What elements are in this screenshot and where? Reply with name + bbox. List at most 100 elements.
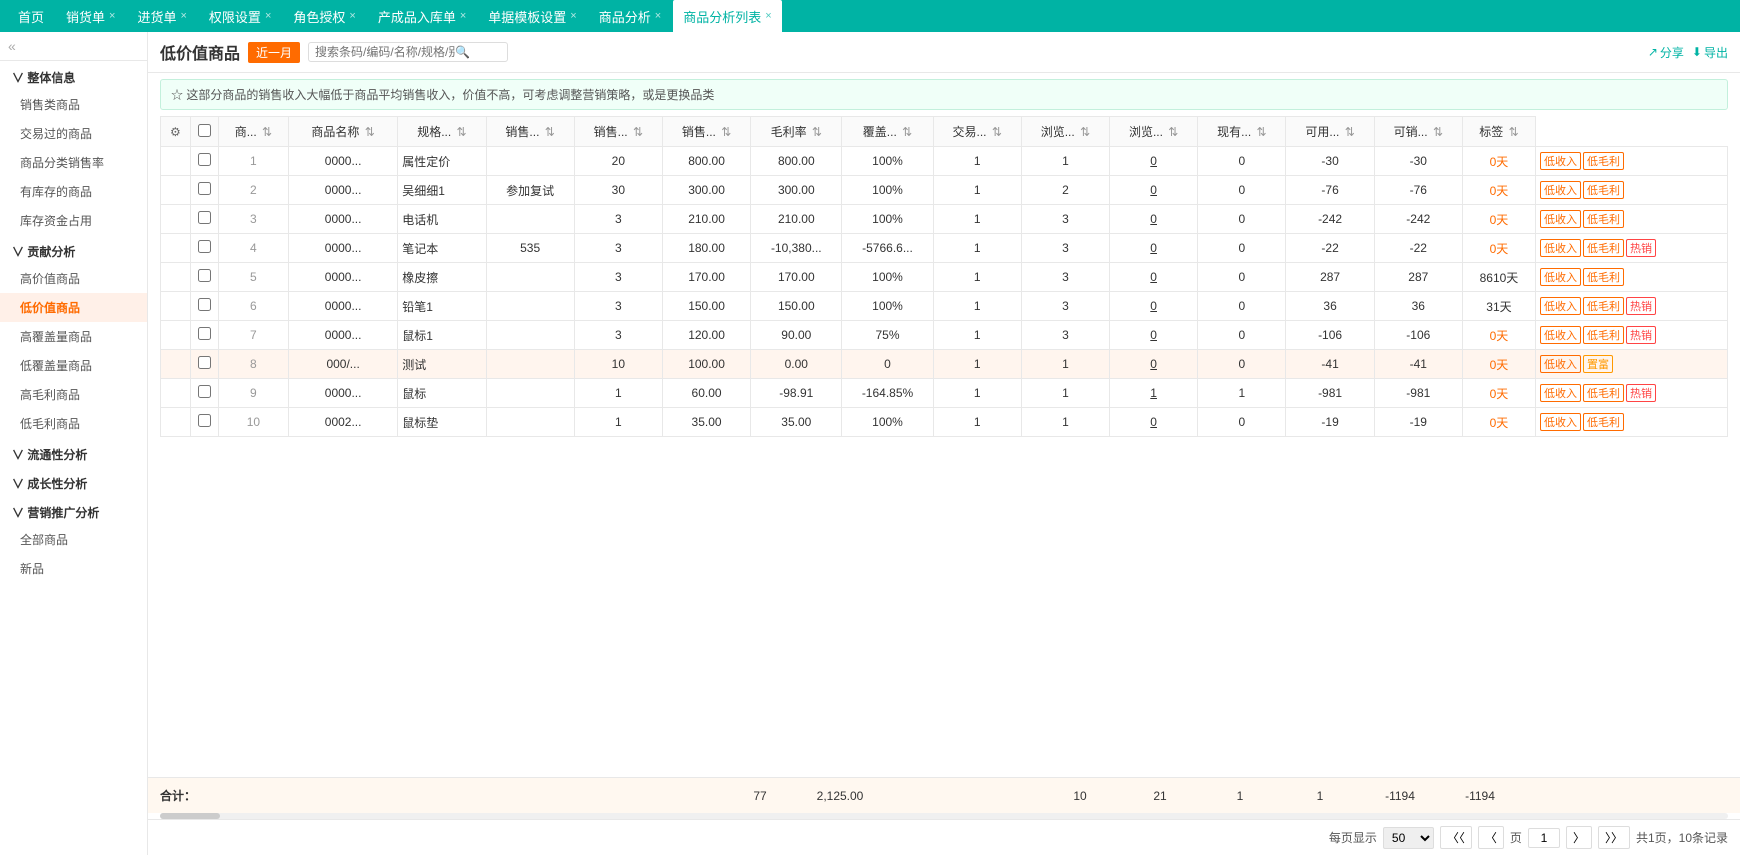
row-check[interactable]	[190, 205, 218, 234]
row-view1[interactable]: 0	[1110, 292, 1198, 321]
row-check[interactable]	[190, 408, 218, 437]
row-spec	[486, 147, 574, 176]
main-layout: « ∨ 整体信息 销售类商品 交易过的商品 商品分类销售率 有库存的商品 库存资…	[0, 32, 1740, 855]
nav-home[interactable]: 首页	[8, 0, 54, 32]
page-first-btn[interactable]: 〈〈	[1440, 826, 1472, 849]
row-no: 5	[218, 263, 288, 292]
nav-template[interactable]: 单据模板设置 ×	[478, 0, 586, 32]
row-settings	[161, 350, 191, 379]
th-trade[interactable]: 交易... ⇅	[933, 117, 1021, 147]
row-check[interactable]	[190, 350, 218, 379]
share-btn[interactable]: ↗ 分享	[1648, 44, 1684, 61]
row-check[interactable]	[190, 263, 218, 292]
info-bar: ☆ 这部分商品的销售收入大幅低于商品平均销售收入，价值不高，可考虑调整营销策略，…	[160, 79, 1728, 110]
th-spec[interactable]: 规格... ⇅	[398, 117, 486, 147]
sidebar-item-all-goods[interactable]: 全部商品	[0, 525, 147, 554]
row-view1[interactable]: 0	[1110, 350, 1198, 379]
row-coverage: 1	[933, 408, 1021, 437]
row-view1[interactable]: 0	[1110, 408, 1198, 437]
footer-trade: 21	[1120, 789, 1200, 803]
row-view1[interactable]: 1	[1110, 379, 1198, 408]
row-current: -242	[1286, 205, 1374, 234]
close-icon[interactable]: ×	[655, 10, 661, 22]
th-view2[interactable]: 浏览... ⇅	[1110, 117, 1198, 147]
filter-month-btn[interactable]: 近一月	[248, 42, 300, 63]
data-table: ⚙ 商... ⇅ 商品名称 ⇅ 规格... ⇅ 销售... ⇅ 销售... ⇅ …	[160, 116, 1728, 437]
th-sale-qty[interactable]: 销售... ⇅	[486, 117, 574, 147]
row-code: 0000...	[288, 234, 397, 263]
th-current[interactable]: 现有... ⇅	[1198, 117, 1286, 147]
search-icon[interactable]: 🔍	[455, 45, 470, 59]
sidebar-item-low-value[interactable]: 低价值商品	[0, 293, 147, 322]
search-input[interactable]	[315, 45, 455, 59]
sidebar-item-new-goods[interactable]: 新品	[0, 554, 147, 583]
th-sale-amt[interactable]: 销售... ⇅	[574, 117, 662, 147]
th-code[interactable]: 商... ⇅	[218, 117, 288, 147]
row-margin: 0	[842, 350, 933, 379]
close-icon[interactable]: ×	[765, 10, 771, 22]
th-margin[interactable]: 毛利率 ⇅	[751, 117, 842, 147]
nav-analysis-list[interactable]: 商品分析列表 ×	[673, 0, 781, 32]
row-view1[interactable]: 0	[1110, 234, 1198, 263]
page-input[interactable]	[1528, 828, 1560, 848]
sidebar-group-marketing: ∨ 营销推广分析	[0, 496, 147, 525]
nav-sales[interactable]: 销货单 ×	[56, 0, 125, 32]
export-btn[interactable]: ⬇ 导出	[1692, 44, 1728, 61]
th-sale-price[interactable]: 销售... ⇅	[662, 117, 750, 147]
row-check[interactable]	[190, 176, 218, 205]
row-view1[interactable]: 0	[1110, 205, 1198, 234]
close-icon[interactable]: ×	[460, 10, 466, 22]
page-next-btn[interactable]: 〉	[1566, 826, 1592, 849]
row-view1[interactable]: 0	[1110, 147, 1198, 176]
page-prev-btn[interactable]: 〈	[1478, 826, 1504, 849]
th-check[interactable]	[190, 117, 218, 147]
sidebar-item-stocked-goods[interactable]: 有库存的商品	[0, 177, 147, 206]
page-size-select[interactable]: 50 20 100	[1383, 827, 1434, 849]
th-settings[interactable]: ⚙	[161, 117, 191, 147]
th-available[interactable]: 可用... ⇅	[1286, 117, 1374, 147]
sidebar-item-low-coverage[interactable]: 低覆盖量商品	[0, 351, 147, 380]
nav-product-in[interactable]: 产成品入库单 ×	[368, 0, 476, 32]
th-name[interactable]: 商品名称 ⇅	[288, 117, 397, 147]
row-check[interactable]	[190, 321, 218, 350]
row-view1[interactable]: 0	[1110, 176, 1198, 205]
check-all[interactable]	[198, 124, 211, 137]
sidebar-item-high-margin[interactable]: 高毛利商品	[0, 380, 147, 409]
row-check[interactable]	[190, 292, 218, 321]
footer-view1: 1	[1200, 789, 1280, 803]
row-check[interactable]	[190, 147, 218, 176]
page-last-btn[interactable]: 〉〉	[1598, 826, 1630, 849]
close-icon[interactable]: ×	[265, 10, 271, 22]
sidebar-item-low-margin[interactable]: 低毛利商品	[0, 409, 147, 438]
footer-totals: 合计： 77 2,125.00 10 21 1 1 -1194 -1194	[148, 777, 1740, 813]
sidebar-collapse-btn[interactable]: «	[8, 38, 16, 54]
sidebar-item-stock-capital[interactable]: 库存资金占用	[0, 206, 147, 235]
row-name: 属性定价	[398, 147, 486, 176]
sidebar-item-traded-goods[interactable]: 交易过的商品	[0, 119, 147, 148]
table-row: 7 0000... 鼠标1 3 120.00 90.00 75% 1 3 0 0…	[161, 321, 1728, 350]
row-name: 吴细细1	[398, 176, 486, 205]
th-coverage[interactable]: 覆盖... ⇅	[842, 117, 933, 147]
th-view1[interactable]: 浏览... ⇅	[1021, 117, 1109, 147]
row-view1[interactable]: 0	[1110, 321, 1198, 350]
nav-analysis[interactable]: 商品分析 ×	[589, 0, 671, 32]
row-spec: 参加复试	[486, 176, 574, 205]
close-icon[interactable]: ×	[349, 10, 355, 22]
close-icon[interactable]: ×	[180, 10, 186, 22]
sidebar-item-category-sales[interactable]: 商品分类销售率	[0, 148, 147, 177]
nav-permissions[interactable]: 权限设置 ×	[199, 0, 281, 32]
sidebar-item-high-value[interactable]: 高价值商品	[0, 264, 147, 293]
th-saleable[interactable]: 可销... ⇅	[1374, 117, 1462, 147]
row-view1[interactable]: 0	[1110, 263, 1198, 292]
close-icon[interactable]: ×	[109, 10, 115, 22]
nav-purchase[interactable]: 进货单 ×	[127, 0, 196, 32]
sidebar-item-sales-goods[interactable]: 销售类商品	[0, 90, 147, 119]
nav-role-auth[interactable]: 角色授权 ×	[283, 0, 365, 32]
sidebar-item-high-coverage[interactable]: 高覆盖量商品	[0, 322, 147, 351]
row-trade: 3	[1021, 205, 1109, 234]
close-icon[interactable]: ×	[570, 10, 576, 22]
row-check[interactable]	[190, 379, 218, 408]
table-wrap[interactable]: ⚙ 商... ⇅ 商品名称 ⇅ 规格... ⇅ 销售... ⇅ 销售... ⇅ …	[148, 116, 1740, 777]
row-check[interactable]	[190, 234, 218, 263]
th-tags[interactable]: 标签 ⇅	[1462, 117, 1535, 147]
